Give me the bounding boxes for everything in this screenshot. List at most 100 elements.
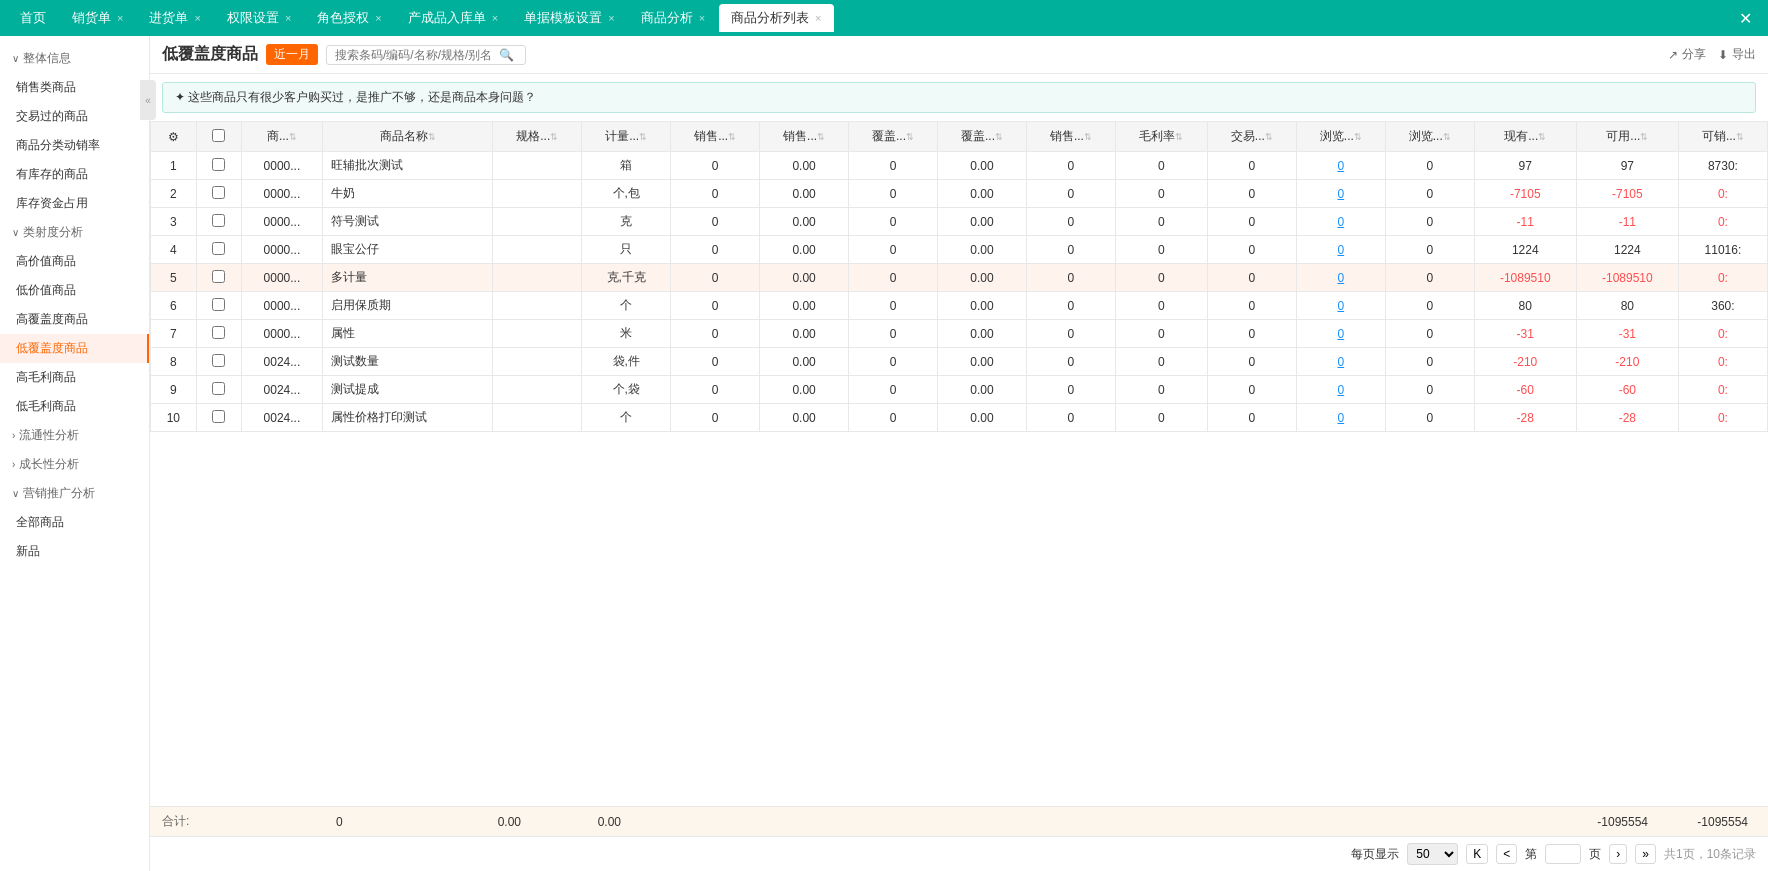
col-header-name[interactable]: 商品名称 ⇅ <box>322 122 492 152</box>
col-header-sales_num[interactable]: 销售... ⇅ <box>1026 122 1115 152</box>
nav-tab-单据模板设置[interactable]: 单据模板设置 × <box>512 4 626 32</box>
row-checkbox[interactable] <box>196 348 241 376</box>
tab-close-icon[interactable]: × <box>608 12 614 24</box>
row-browse2: 0 <box>1385 180 1474 208</box>
nav-tab-进货单[interactable]: 进货单 × <box>137 4 212 32</box>
col-header-sales_amt[interactable]: 销售... ⇅ <box>760 122 849 152</box>
col-header-spec[interactable]: 规格... ⇅ <box>493 122 582 152</box>
row-gross-margin: 0 <box>1115 292 1207 320</box>
row-browse1[interactable]: 0 <box>1296 404 1385 432</box>
sidebar-item-低覆盖度商品[interactable]: 低覆盖度商品 <box>0 334 149 363</box>
data-table-container[interactable]: ⚙商... ⇅商品名称 ⇅规格... ⇅计量... ⇅销售... ⇅销售... … <box>150 121 1768 806</box>
sidebar-item-全部商品[interactable]: 全部商品 <box>0 508 149 537</box>
row-checkbox[interactable] <box>196 320 241 348</box>
tab-close-icon[interactable]: × <box>117 12 123 24</box>
tab-close-icon[interactable]: × <box>285 12 291 24</box>
sidebar-section-流通性分析[interactable]: ›流通性分析 <box>0 421 149 450</box>
sidebar-item-库存资金占用[interactable]: 库存资金占用 <box>0 189 149 218</box>
tab-close-icon[interactable]: × <box>815 12 821 24</box>
row-browse1[interactable]: 0 <box>1296 208 1385 236</box>
tab-close-icon[interactable]: × <box>699 12 705 24</box>
row-browse1[interactable]: 0 <box>1296 348 1385 376</box>
top-nav: 首页销货单 ×进货单 ×权限设置 ×角色授权 ×产成品入库单 ×单据模板设置 ×… <box>0 0 1768 36</box>
row-browse1[interactable]: 0 <box>1296 180 1385 208</box>
col-header-browse2[interactable]: 浏览... ⇅ <box>1385 122 1474 152</box>
sidebar-section-营销推广分析[interactable]: ∨营销推广分析 <box>0 479 149 508</box>
sidebar-item-低价值商品[interactable]: 低价值商品 <box>0 276 149 305</box>
row-spec <box>493 404 582 432</box>
row-checkbox[interactable] <box>196 264 241 292</box>
row-spec <box>493 152 582 180</box>
sidebar-item-高价值商品[interactable]: 高价值商品 <box>0 247 149 276</box>
row-unit: 箱 <box>582 152 671 180</box>
row-browse1[interactable]: 0 <box>1296 264 1385 292</box>
col-header-trade[interactable]: 交易... ⇅ <box>1207 122 1296 152</box>
row-trade: 0 <box>1207 208 1296 236</box>
per-page-select[interactable]: 50 100 200 <box>1407 843 1458 865</box>
window-close-button[interactable]: ✕ <box>1731 9 1760 28</box>
row-cov2: 0.00 <box>938 292 1027 320</box>
nav-tab-商品分析列表[interactable]: 商品分析列表 × <box>719 4 833 32</box>
sidebar-collapse-button[interactable]: « <box>140 80 156 120</box>
sidebar-section-类射度分析[interactable]: ∨类射度分析 <box>0 218 149 247</box>
row-unit: 个 <box>582 404 671 432</box>
col-header-code[interactable]: 商... ⇅ <box>241 122 322 152</box>
row-browse1[interactable]: 0 <box>1296 236 1385 264</box>
sidebar-item-高毛利商品[interactable]: 高毛利商品 <box>0 363 149 392</box>
nav-tab-产成品入库单[interactable]: 产成品入库单 × <box>396 4 510 32</box>
col-header-coverage1[interactable]: 覆盖... ⇅ <box>849 122 938 152</box>
nav-tab-商品分析[interactable]: 商品分析 × <box>629 4 717 32</box>
row-checkbox[interactable] <box>196 404 241 432</box>
first-page-button[interactable]: K <box>1466 844 1488 864</box>
prev-page-button[interactable]: < <box>1496 844 1517 864</box>
time-filter-button[interactable]: 近一月 <box>266 44 318 65</box>
col-header-sales_qty[interactable]: 销售... ⇅ <box>671 122 760 152</box>
sidebar-item-有库存的商品[interactable]: 有库存的商品 <box>0 160 149 189</box>
sidebar-item-低毛利商品[interactable]: 低毛利商品 <box>0 392 149 421</box>
col-header-current_stock[interactable]: 现有... ⇅ <box>1474 122 1576 152</box>
row-browse1[interactable]: 0 <box>1296 152 1385 180</box>
sidebar-item-销售类商品[interactable]: 销售类商品 <box>0 73 149 102</box>
search-icon[interactable]: 🔍 <box>499 48 514 62</box>
last-page-button[interactable]: » <box>1635 844 1656 864</box>
row-checkbox[interactable] <box>196 208 241 236</box>
col-header-available[interactable]: 可用... ⇅ <box>1576 122 1678 152</box>
sidebar-section-成长性分析[interactable]: ›成长性分析 <box>0 450 149 479</box>
nav-tab-权限设置[interactable]: 权限设置 × <box>215 4 303 32</box>
next-page-button[interactable]: › <box>1609 844 1627 864</box>
col-header-unit[interactable]: 计量... ⇅ <box>582 122 671 152</box>
row-checkbox[interactable] <box>196 180 241 208</box>
col-header-coverage2[interactable]: 覆盖... ⇅ <box>938 122 1027 152</box>
sidebar-item-新品[interactable]: 新品 <box>0 537 149 566</box>
row-sales-amt: 0.00 <box>760 404 849 432</box>
nav-tab-首页[interactable]: 首页 <box>8 4 58 32</box>
col-header-saleable[interactable]: 可销... ⇅ <box>1678 122 1767 152</box>
row-browse1[interactable]: 0 <box>1296 292 1385 320</box>
sidebar-section-整体信息[interactable]: ∨整体信息 <box>0 44 149 73</box>
row-checkbox[interactable] <box>196 152 241 180</box>
row-browse1[interactable]: 0 <box>1296 320 1385 348</box>
sidebar-item-交易过的商品[interactable]: 交易过的商品 <box>0 102 149 131</box>
tab-close-icon[interactable]: × <box>375 12 381 24</box>
table-row: 30000...符号测试克00.0000.0000000-11-110: <box>151 208 1768 236</box>
collapse-icon: « <box>145 95 151 106</box>
row-checkbox[interactable] <box>196 376 241 404</box>
col-header-gross_margin[interactable]: 毛利率 ⇅ <box>1115 122 1207 152</box>
row-browse1[interactable]: 0 <box>1296 376 1385 404</box>
export-action[interactable]: ⬇ 导出 <box>1718 46 1756 63</box>
share-label: 分享 <box>1682 46 1706 63</box>
search-input[interactable] <box>335 48 495 62</box>
page-input[interactable]: 1 <box>1545 844 1581 864</box>
tab-close-icon[interactable]: × <box>194 12 200 24</box>
select-all-checkbox[interactable] <box>212 129 225 142</box>
nav-tab-角色授权[interactable]: 角色授权 × <box>305 4 393 32</box>
nav-tab-销货单[interactable]: 销货单 × <box>60 4 135 32</box>
tab-close-icon[interactable]: × <box>492 12 498 24</box>
sidebar-item-商品分类动销率[interactable]: 商品分类动销率 <box>0 131 149 160</box>
settings-icon[interactable]: ⚙ <box>168 130 179 144</box>
row-checkbox[interactable] <box>196 236 241 264</box>
share-action[interactable]: ↗ 分享 <box>1668 46 1706 63</box>
row-checkbox[interactable] <box>196 292 241 320</box>
sidebar-item-高覆盖度商品[interactable]: 高覆盖度商品 <box>0 305 149 334</box>
col-header-browse1[interactable]: 浏览... ⇅ <box>1296 122 1385 152</box>
